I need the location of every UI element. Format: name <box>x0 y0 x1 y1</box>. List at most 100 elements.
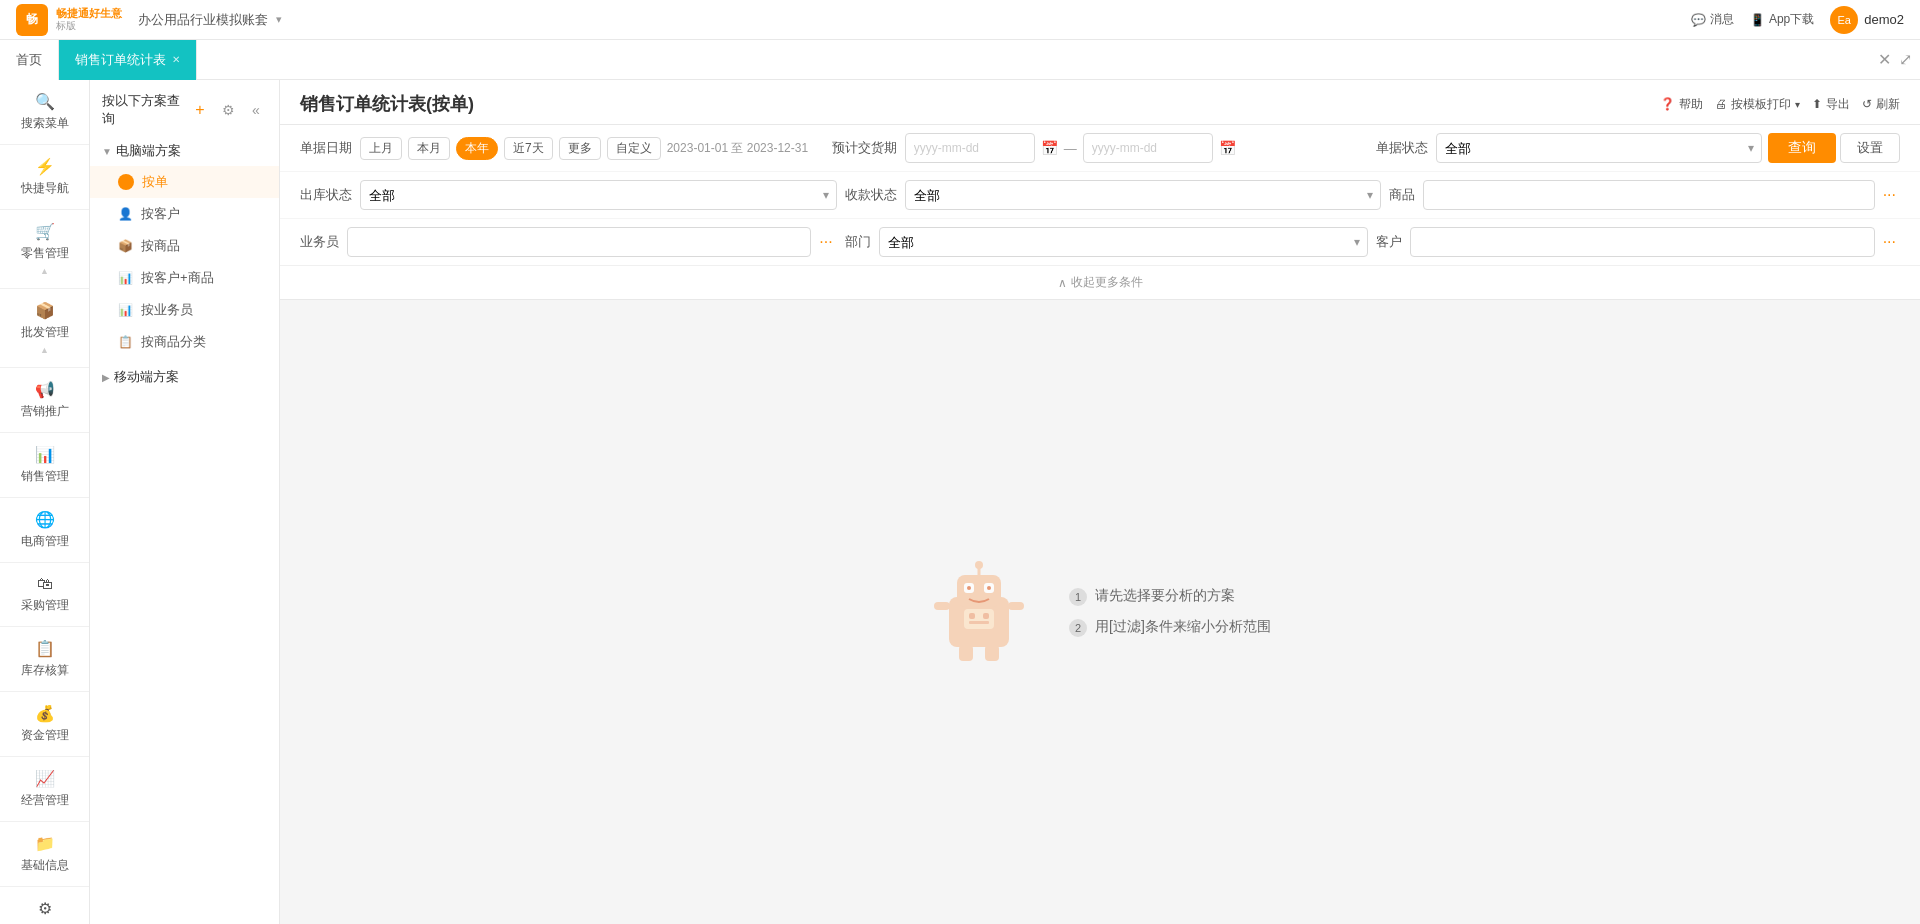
expected-delivery-label: 预计交货期 <box>832 139 897 157</box>
status-select[interactable]: 全部 未审核 已审核 作废 <box>1436 133 1762 163</box>
product-more-btn[interactable]: ··· <box>1879 186 1900 204</box>
tab-close-icon[interactable]: ✕ <box>172 54 180 65</box>
product-input[interactable] <box>1423 180 1874 210</box>
pc-scheme-group-header[interactable]: ▼ 电脑端方案 <box>90 136 279 166</box>
svg-rect-11 <box>985 645 999 661</box>
mobile-scheme-expand-icon: ▶ <box>102 372 110 383</box>
dept-wrap: 全部 <box>879 227 1369 257</box>
settings-scheme-btn[interactable]: ⚙ <box>217 99 239 121</box>
tab-home[interactable]: 首页 <box>0 40 59 80</box>
expand-btn[interactable]: ⤢ <box>1899 50 1912 69</box>
ecommerce-icon: 🌐 <box>35 510 55 529</box>
delivery-status-wrap: 全部 未出库 部分出库 全部出库 <box>360 180 837 210</box>
product-label: 商品 <box>1389 186 1415 204</box>
svg-rect-12 <box>964 609 994 629</box>
export-icon: ⬆ <box>1812 97 1822 111</box>
by-product-category-icon: 📋 <box>118 335 133 349</box>
filter-row-2: 出库状态 全部 未出库 部分出库 全部出库 收款状态 全部 未收款 <box>280 172 1920 219</box>
customer-content: ··· <box>1410 227 1900 257</box>
breadcrumb-dropdown-icon[interactable]: ▾ <box>276 13 282 26</box>
help-btn[interactable]: ❓ 帮助 <box>1660 96 1703 113</box>
scheme-item-by-salesman[interactable]: 📊 按业务员 <box>90 294 279 326</box>
sidebar-item-quick-nav[interactable]: ⚡ 快捷导航 <box>0 145 89 210</box>
close-all-btn[interactable]: ✕ <box>1878 50 1891 69</box>
sidebar-item-sys-mgmt[interactable]: ⚙ 系统管理 <box>0 887 89 924</box>
sidebar-item-search-menu[interactable]: 🔍 搜索菜单 <box>0 80 89 145</box>
help-icon: ❓ <box>1660 97 1675 111</box>
this-year-btn[interactable]: 本年 <box>456 137 498 160</box>
date-label: 单据日期 <box>300 139 352 157</box>
breadcrumb-title: 办公用品行业模拟账套 <box>138 11 268 29</box>
last-month-btn[interactable]: 上月 <box>360 137 402 160</box>
sidebar-item-marketing[interactable]: 📢 营销推广 <box>0 368 89 433</box>
sidebar-item-basic-info[interactable]: 📁 基础信息 <box>0 822 89 887</box>
message-btn[interactable]: 💬 消息 <box>1691 11 1734 28</box>
more-date-btn[interactable]: 更多 <box>559 137 601 160</box>
operations-icon: 📈 <box>35 769 55 788</box>
salesman-content: ··· <box>347 227 837 257</box>
user-menu[interactable]: Ea demo2 <box>1830 6 1904 34</box>
customer-label: 客户 <box>1376 233 1402 251</box>
app-edition: 标版 <box>56 20 122 32</box>
dept-label: 部门 <box>845 233 871 251</box>
date-filter-content: 上月 本月 本年 近7天 更多 自定义 2023-01-01 至 2023-12… <box>360 137 824 160</box>
sidebar-item-operations[interactable]: 📈 经营管理 <box>0 757 89 822</box>
sidebar-item-finance[interactable]: 💰 资金管理 <box>0 692 89 757</box>
cal-icon-end[interactable]: 📅 <box>1219 140 1236 156</box>
right-panel: 销售订单统计表(按单) ❓ 帮助 🖨 按模板打印 ▾ ⬆ 导出 <box>280 80 1920 924</box>
custom-date-btn[interactable]: 自定义 <box>607 137 661 160</box>
purchase-icon: 🛍 <box>37 575 53 593</box>
search-menu-icon: 🔍 <box>35 92 55 111</box>
by-salesman-icon: 📊 <box>118 303 133 317</box>
print-btn[interactable]: 🖨 按模板打印 ▾ <box>1715 96 1800 113</box>
sales-icon: 📊 <box>35 445 55 464</box>
sidebar-item-purchase[interactable]: 🛍 采购管理 <box>0 563 89 627</box>
search-btn[interactable]: 查询 <box>1768 133 1836 163</box>
scheme-item-by-product-category[interactable]: 📋 按商品分类 <box>90 326 279 358</box>
salesman-more-btn[interactable]: ··· <box>815 233 836 251</box>
cal-icon-start[interactable]: 📅 <box>1041 140 1058 156</box>
wholesale-expand-icon: ▲ <box>40 345 49 355</box>
filter-section: 单据日期 上月 本月 本年 近7天 更多 自定义 2023-01-01 至 20… <box>280 125 1920 300</box>
customer-input[interactable] <box>1410 227 1874 257</box>
empty-tip-2: 2 用[过滤]条件来缩小分析范围 <box>1069 618 1271 637</box>
settings-btn[interactable]: 设置 <box>1840 133 1900 163</box>
customer-more-btn[interactable]: ··· <box>1879 233 1900 251</box>
delivery-date-start[interactable] <box>905 133 1035 163</box>
app-download-btn[interactable]: 📱 App下载 <box>1750 11 1814 28</box>
delivery-date-end[interactable] <box>1083 133 1213 163</box>
refresh-icon: ↺ <box>1862 97 1872 111</box>
status-label: 单据状态 <box>1376 139 1428 157</box>
add-scheme-btn[interactable]: + <box>189 99 211 121</box>
sidebar-item-retail[interactable]: 🛒 零售管理 ▲ <box>0 210 89 289</box>
sidebar-item-ecommerce[interactable]: 🌐 电商管理 <box>0 498 89 563</box>
scheme-item-by-product[interactable]: 📦 按商品 <box>90 230 279 262</box>
topbar-right: 💬 消息 📱 App下载 Ea demo2 <box>1691 6 1904 34</box>
svg-rect-14 <box>983 613 989 619</box>
payment-status-select[interactable]: 全部 未收款 部分收款 全部收款 <box>905 180 1382 210</box>
delivery-status-select[interactable]: 全部 未出库 部分出库 全部出库 <box>360 180 837 210</box>
collapse-panel-btn[interactable]: « <box>245 99 267 121</box>
salesman-input[interactable] <box>347 227 811 257</box>
main-layout: 🔍 搜索菜单 ⚡ 快捷导航 🛒 零售管理 ▲ 📦 批发管理 ▲ 📢 营销推广 📊… <box>0 80 1920 924</box>
last-7-days-btn[interactable]: 近7天 <box>504 137 553 160</box>
sidebar-item-wholesale[interactable]: 📦 批发管理 ▲ <box>0 289 89 368</box>
status-content: 全部 未审核 已审核 作废 查询 设置 <box>1436 133 1900 163</box>
this-month-btn[interactable]: 本月 <box>408 137 450 160</box>
pc-scheme-group: ▼ 电脑端方案 按单 👤 按客户 📦 按商品 📊 按客户+商品 <box>90 136 279 358</box>
dept-select[interactable]: 全部 <box>879 227 1369 257</box>
scheme-item-by-customer-product[interactable]: 📊 按客户+商品 <box>90 262 279 294</box>
print-icon: 🖨 <box>1715 97 1727 111</box>
sidebar-item-inventory[interactable]: 📋 库存核算 <box>0 627 89 692</box>
export-btn[interactable]: ⬆ 导出 <box>1812 96 1850 113</box>
tip-num-1: 1 <box>1069 588 1087 606</box>
scheme-item-by-order[interactable]: 按单 <box>90 166 279 198</box>
scheme-item-by-customer[interactable]: 👤 按客户 <box>90 198 279 230</box>
collapse-btn[interactable]: ∧ 收起更多条件 <box>1058 274 1143 291</box>
tab-sales-order-stat[interactable]: 销售订单统计表 ✕ <box>59 40 197 80</box>
content: 按以下方案查询 + ⚙ « ▼ 电脑端方案 按单 👤 <box>90 80 1920 924</box>
mobile-scheme-group-header[interactable]: ▶ 移动端方案 <box>90 362 279 392</box>
sidebar-item-sales[interactable]: 📊 销售管理 <box>0 433 89 498</box>
sys-mgmt-icon: ⚙ <box>38 899 52 918</box>
refresh-btn[interactable]: ↺ 刷新 <box>1862 96 1900 113</box>
